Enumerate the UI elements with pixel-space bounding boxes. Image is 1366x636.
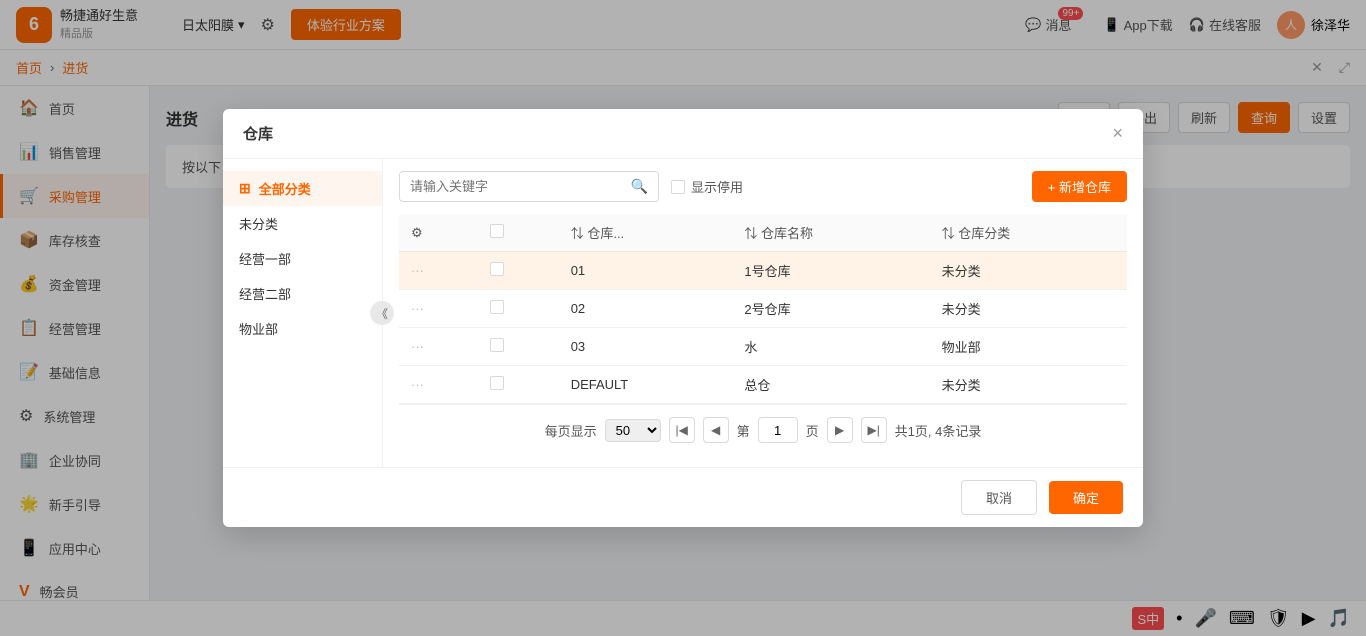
confirm-button[interactable]: 确定 [1049,481,1123,514]
cancel-button[interactable]: 取消 [961,480,1037,515]
sort-category-icon: ⇅ [942,226,955,241]
row-name: 总仓 [732,366,929,404]
row-select-checkbox[interactable] [490,300,504,314]
page-number-input[interactable] [758,417,798,443]
row-category: 未分类 [930,252,1127,290]
row-name: 1号仓库 [732,252,929,290]
row-select-checkbox[interactable] [490,376,504,390]
row-more[interactable]: ··· [399,252,478,290]
row-checkbox[interactable] [478,328,559,366]
prev-page-button[interactable]: ◀ [703,417,729,443]
col-checkbox-header[interactable] [478,214,559,252]
modal-header: 仓库 × [223,109,1143,159]
col-name-header[interactable]: ⇅ 仓库名称 [732,214,929,252]
col-settings-header[interactable]: ⚙ [399,214,478,252]
category-dept1[interactable]: 经营一部 [223,241,382,276]
row-select-checkbox[interactable] [490,338,504,352]
category-panel: ⊞ 全部分类 未分类 经营一部 经营二部 物业部 《 [223,159,383,467]
add-warehouse-button[interactable]: + 新增仓库 [1032,171,1127,202]
category-uncategorized[interactable]: 未分类 [223,206,382,241]
search-input[interactable] [400,173,621,200]
row-checkbox[interactable] [478,366,559,404]
row-code: 02 [559,290,733,328]
category-panel-toggle[interactable]: 《 [370,301,394,325]
pagination-bar: 每页显示 50 10 20 100 |◀ ◀ 第 页 ▶ ▶| 共1页, 4条记… [399,404,1127,455]
row-name: 水 [732,328,929,366]
per-page-select[interactable]: 50 10 20 100 [605,419,661,442]
table-row[interactable]: ··· 02 2号仓库 未分类 [399,290,1127,328]
warehouse-table: ⚙ ⇅ 仓库... ⇅ 仓库名称 [399,214,1127,404]
category-all[interactable]: ⊞ 全部分类 [223,171,382,206]
category-property[interactable]: 物业部 [223,311,382,346]
row-code: 03 [559,328,733,366]
first-page-button[interactable]: |◀ [669,417,695,443]
search-wrap: 🔍 [399,171,659,202]
row-name: 2号仓库 [732,290,929,328]
settings-col-icon: ⚙ [411,225,423,240]
table-panel: 🔍 显示停用 + 新增仓库 ⚙ [383,159,1143,467]
row-code: DEFAULT [559,366,733,404]
row-more[interactable]: ··· [399,290,478,328]
search-button[interactable]: 🔍 [621,172,658,201]
col-category-header[interactable]: ⇅ 仓库分类 [930,214,1127,252]
row-more[interactable]: ··· [399,366,478,404]
row-more[interactable]: ··· [399,328,478,366]
modal-title: 仓库 [243,123,273,144]
modal-close-button[interactable]: × [1112,123,1123,144]
row-category: 物业部 [930,328,1127,366]
row-select-checkbox[interactable] [490,262,504,276]
category-dept2[interactable]: 经营二部 [223,276,382,311]
sort-name-icon: ⇅ [744,226,757,241]
col-code-header[interactable]: ⇅ 仓库... [559,214,733,252]
last-page-button[interactable]: ▶| [861,417,887,443]
next-page-button[interactable]: ▶ [827,417,853,443]
sort-code-icon: ⇅ [571,226,584,241]
modal-body: ⊞ 全部分类 未分类 经营一部 经营二部 物业部 《 [223,159,1143,467]
table-row[interactable]: ··· 03 水 物业部 [399,328,1127,366]
show-disabled-label[interactable]: 显示停用 [671,177,743,196]
table-toolbar: 🔍 显示停用 + 新增仓库 [399,171,1127,202]
show-disabled-checkbox[interactable] [671,180,685,194]
grid-icon: ⊞ [239,180,251,197]
row-category: 未分类 [930,290,1127,328]
table-row[interactable]: ··· 01 1号仓库 未分类 [399,252,1127,290]
select-all-checkbox[interactable] [490,224,504,238]
modal-overlay[interactable]: 仓库 × ⊞ 全部分类 未分类 经营一部 经营二部 [0,0,1366,636]
modal-footer: 取消 确定 [223,467,1143,527]
table-row[interactable]: ··· DEFAULT 总仓 未分类 [399,366,1127,404]
row-category: 未分类 [930,366,1127,404]
row-checkbox[interactable] [478,290,559,328]
warehouse-modal: 仓库 × ⊞ 全部分类 未分类 经营一部 经营二部 [223,109,1143,527]
total-info: 共1页, 4条记录 [895,421,982,440]
row-code: 01 [559,252,733,290]
row-checkbox[interactable] [478,252,559,290]
